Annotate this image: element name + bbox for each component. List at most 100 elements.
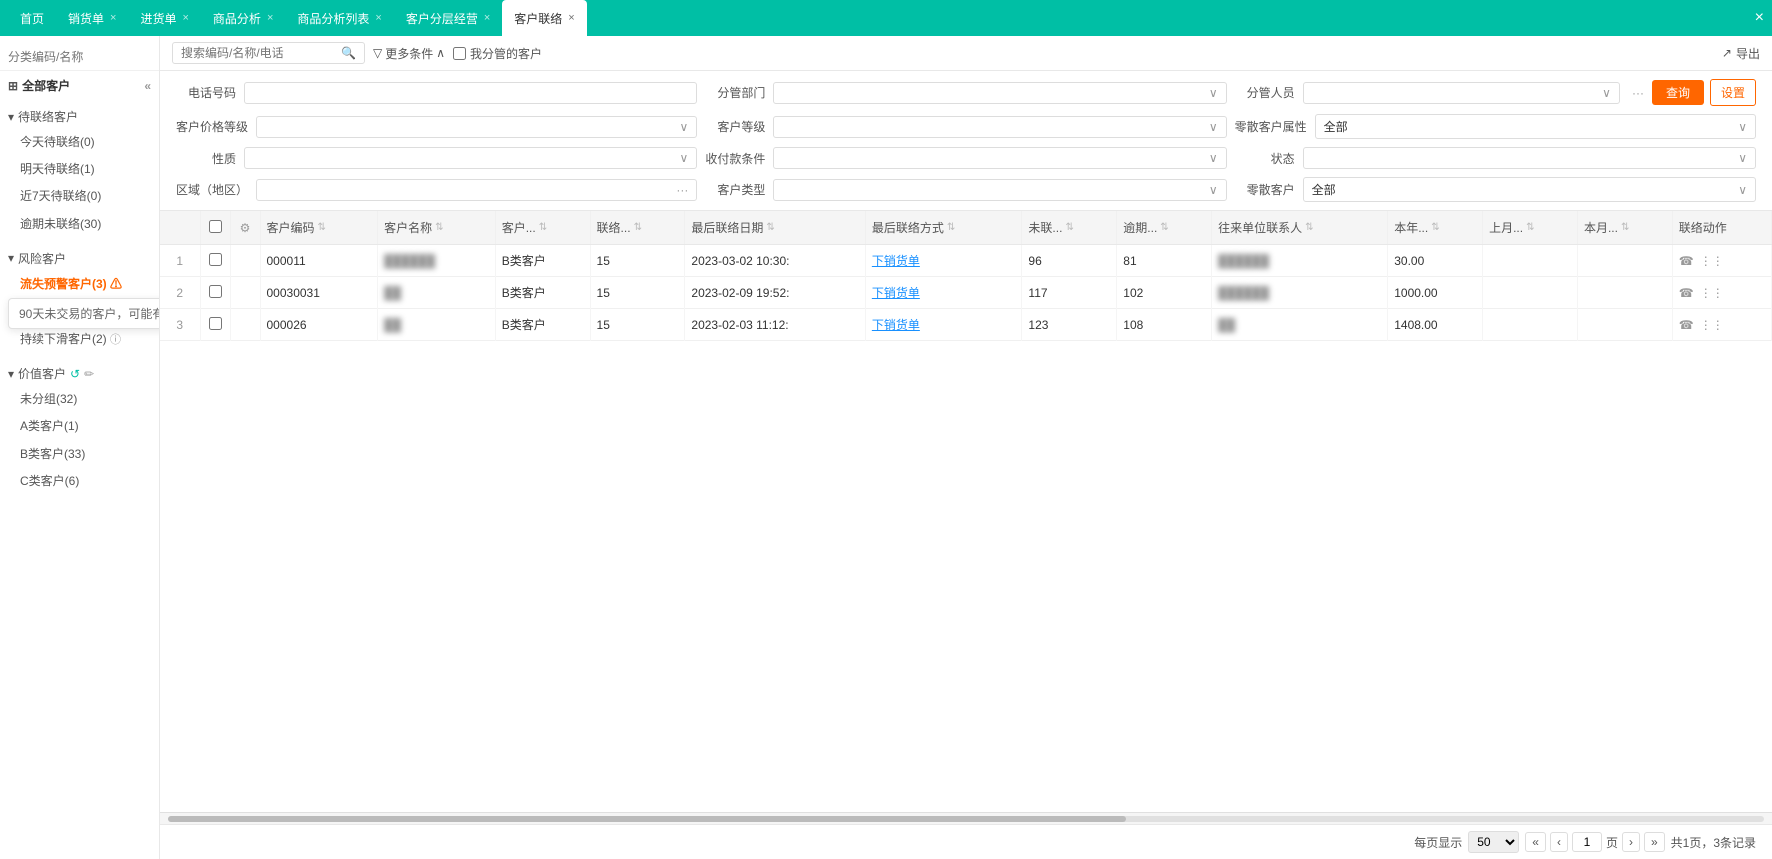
window-close-button[interactable]: × [1755, 9, 1764, 27]
overdue-sort-icon[interactable]: ⇅ [1160, 222, 1168, 233]
price-grade-select[interactable]: ∨ [256, 116, 697, 138]
row-checkbox[interactable] [209, 317, 222, 330]
name-sort-icon[interactable]: ⇅ [435, 222, 443, 233]
cell-index: 2 [160, 277, 200, 309]
close-analysis-list-tab[interactable]: × [375, 12, 381, 24]
filter-search-input[interactable] [181, 46, 341, 60]
retail-customer-select[interactable]: 全部 ∨ [1303, 177, 1756, 202]
retail-attr-select[interactable]: 全部 ∨ [1315, 114, 1756, 139]
close-purchase-tab[interactable]: × [182, 12, 188, 24]
more-action-icon[interactable]: ⋮⋮ [1700, 286, 1724, 300]
not-contacted-sort-icon[interactable]: ⇅ [1065, 222, 1073, 233]
sidebar-item-overdue[interactable]: 逾期未联络(30) [0, 211, 159, 238]
row-checkbox[interactable] [209, 285, 222, 298]
code-sort-icon[interactable]: ⇅ [318, 222, 326, 233]
sidebar-item-class-b[interactable]: B类客户(33) [0, 441, 159, 468]
nature-select[interactable]: ∨ [244, 147, 697, 169]
close-sales-tab[interactable]: × [110, 12, 116, 24]
cell-checkbox[interactable] [200, 277, 230, 309]
cell-overdue: 108 [1117, 309, 1212, 341]
contact-sort-icon[interactable]: ⇅ [634, 222, 642, 233]
arrow-icon: ▾ [8, 251, 14, 265]
nav-tab-sales[interactable]: 销货单 × [56, 0, 128, 36]
payment-select[interactable]: ∨ [773, 147, 1226, 169]
select-all-checkbox[interactable] [209, 220, 222, 233]
settings-button[interactable]: 设置 [1710, 79, 1756, 106]
dept-select[interactable]: ∨ [773, 82, 1226, 104]
scrollbar-thumb[interactable] [168, 816, 1126, 822]
cell-last-method[interactable]: 下销货单 [865, 277, 1022, 309]
nav-tab-purchase[interactable]: 进货单 × [128, 0, 200, 36]
cell-checkbox[interactable] [200, 309, 230, 341]
close-analysis-tab[interactable]: × [267, 12, 273, 24]
prev-page-button[interactable]: ‹ [1550, 832, 1568, 852]
filter-search-button[interactable]: 🔍 [341, 46, 356, 60]
last-method-sort-icon[interactable]: ⇅ [947, 222, 955, 233]
next-page-button[interactable]: › [1622, 832, 1640, 852]
page-size-select[interactable]: 50 100 200 [1468, 831, 1519, 853]
my-customers-check-input[interactable] [453, 47, 466, 60]
customer-type-select[interactable]: ∨ [773, 179, 1226, 201]
more-action-icon[interactable]: ⋮⋮ [1700, 318, 1724, 332]
pending-contact-title[interactable]: ▾ 待联络客户 [0, 104, 159, 129]
customer-grade-select[interactable]: ∨ [773, 116, 1226, 138]
nav-tab-home[interactable]: 首页 [8, 0, 56, 36]
sidebar-item-today[interactable]: 今天待联络(0) [0, 129, 159, 156]
this-month-sort-icon[interactable]: ⇅ [1621, 222, 1629, 233]
region-select[interactable]: ··· [256, 179, 697, 201]
row-checkbox[interactable] [209, 253, 222, 266]
cell-last-method[interactable]: 下销货单 [865, 245, 1022, 277]
first-page-button[interactable]: « [1525, 832, 1546, 852]
sidebar-item-class-c[interactable]: C类客户(6) [0, 468, 159, 495]
sidebar-search-area[interactable]: 🔍 [0, 44, 159, 71]
cell-checkbox[interactable] [200, 245, 230, 277]
unit-contact-sort-icon[interactable]: ⇅ [1305, 222, 1313, 233]
all-customers-title[interactable]: ⊞ 全部客户 « [0, 71, 159, 100]
sidebar-item-loss-warning[interactable]: 流失预警客户(3) ⚠ [0, 271, 159, 298]
col-last-month: 上月... ⇅ [1483, 211, 1578, 245]
sidebar-item-ungrouped[interactable]: 未分组(32) [0, 386, 159, 413]
status-select[interactable]: ∨ [1303, 147, 1756, 169]
edit-icon[interactable]: ✏ [84, 367, 94, 381]
manager-more-icon[interactable]: ··· [1632, 86, 1644, 100]
nav-tab-customer-contact[interactable]: 客户联络 × [502, 0, 586, 36]
refresh-icon[interactable]: ↺ [70, 367, 80, 381]
contact-action-icon[interactable]: ☎ [1679, 318, 1694, 332]
customer-type-arrow-icon: ∨ [1209, 183, 1218, 197]
query-button[interactable]: 查询 [1652, 80, 1704, 105]
nav-tab-analysis[interactable]: 商品分析 × [201, 0, 285, 36]
my-customers-checkbox[interactable]: 我分管的客户 [453, 45, 542, 62]
this-year-sort-icon[interactable]: ⇅ [1431, 222, 1439, 233]
more-conditions-toggle[interactable]: ▽ 更多条件 ∧ [373, 45, 445, 62]
filter-search-box[interactable]: 🔍 [172, 42, 365, 64]
last-month-sort-icon[interactable]: ⇅ [1526, 222, 1534, 233]
export-button[interactable]: ↗ 导出 [1722, 45, 1760, 62]
cell-overdue: 81 [1117, 245, 1212, 277]
last-page-button[interactable]: » [1644, 832, 1665, 852]
sidebar-search-input[interactable] [8, 50, 160, 64]
region-more-icon[interactable]: ··· [676, 183, 688, 197]
current-page-input[interactable] [1572, 832, 1602, 852]
risk-customer-title[interactable]: ▾ 风险客户 [0, 246, 159, 271]
sidebar-item-class-a[interactable]: A类客户(1) [0, 413, 159, 440]
last-date-sort-icon[interactable]: ⇅ [766, 222, 774, 233]
table-gear-icon[interactable]: ⚙ [240, 221, 251, 235]
contact-action-icon[interactable]: ☎ [1679, 286, 1694, 300]
type-sort-icon[interactable]: ⇅ [539, 222, 547, 233]
nav-tab-customer-layer[interactable]: 客户分层经营 × [394, 0, 502, 36]
scrollbar-track[interactable] [168, 816, 1764, 822]
contact-action-icon[interactable]: ☎ [1679, 254, 1694, 268]
manager-select[interactable]: ∨ [1303, 82, 1620, 104]
phone-input[interactable] [244, 82, 697, 104]
horizontal-scrollbar[interactable] [160, 812, 1772, 824]
value-customer-title[interactable]: ▾ 价值客户 ↺ ✏ [0, 361, 159, 386]
filter-row-customer-type: 客户类型 ∨ [705, 177, 1226, 202]
nav-tab-analysis-list[interactable]: 商品分析列表 × [285, 0, 393, 36]
sidebar-item-tomorrow[interactable]: 明天待联络(1) [0, 156, 159, 183]
more-action-icon[interactable]: ⋮⋮ [1700, 254, 1724, 268]
close-customer-layer-tab[interactable]: × [484, 12, 490, 24]
sidebar-item-declining[interactable]: 持续下滑客户(2) ⓘ [0, 326, 159, 354]
cell-last-method[interactable]: 下销货单 [865, 309, 1022, 341]
close-customer-contact-tab[interactable]: × [568, 12, 574, 24]
sidebar-item-7days[interactable]: 近7天待联络(0) [0, 183, 159, 210]
